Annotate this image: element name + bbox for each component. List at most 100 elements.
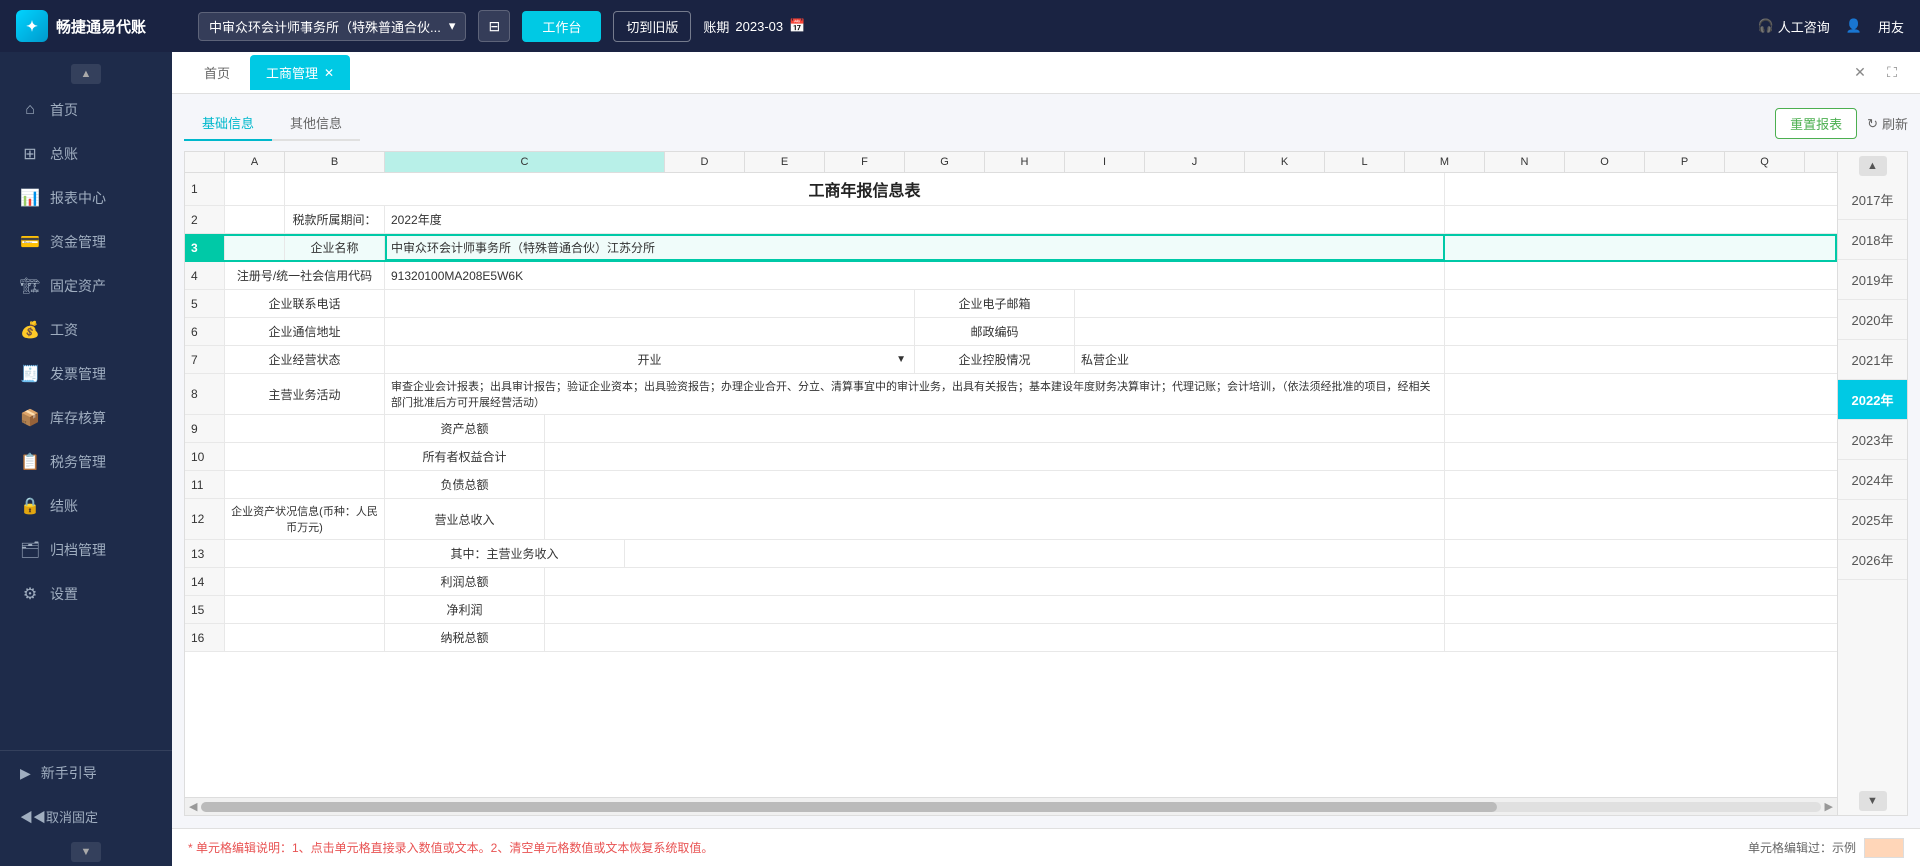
year-item-2018[interactable]: 2018年 bbox=[1838, 220, 1907, 260]
service-button[interactable]: 🎧 人工咨询 bbox=[1758, 17, 1830, 36]
new-user-guide[interactable]: ▶ 新手引导 bbox=[0, 751, 172, 795]
cell-7-k[interactable]: 私营企业 bbox=[1075, 346, 1445, 373]
tab-close-icon[interactable]: ✕ bbox=[324, 66, 334, 80]
cell-12-c[interactable]: 营业总收入 bbox=[385, 499, 545, 539]
sidebar-item-settings[interactable]: ⚙ 设置 bbox=[0, 572, 172, 616]
scroll-track[interactable] bbox=[201, 802, 1820, 812]
cell-10-ab bbox=[225, 443, 385, 470]
year-panel-up[interactable]: ▲ bbox=[1859, 156, 1887, 176]
spreadsheet-container: A B C D E F G H I J K L M N O bbox=[184, 151, 1908, 816]
cell-15-d[interactable] bbox=[545, 596, 1445, 623]
year-item-2020[interactable]: 2020年 bbox=[1838, 300, 1907, 340]
expand-button[interactable]: ⛶ bbox=[1880, 61, 1904, 85]
sub-tab-basic[interactable]: 基础信息 bbox=[184, 106, 272, 141]
sidebar-item-home[interactable]: ⌂ 首页 bbox=[0, 88, 172, 132]
sidebar-item-inventory[interactable]: 📦 库存核算 bbox=[0, 396, 172, 440]
cell-13-c[interactable]: 其中：主营业务收入 bbox=[385, 540, 625, 567]
sidebar-item-close[interactable]: 🔒 结账 bbox=[0, 484, 172, 528]
cell-8-ab[interactable]: 主营业务活动 bbox=[225, 374, 385, 414]
company-selector[interactable]: 中审众环会计师事务所（特殊普通合伙... ▾ bbox=[198, 12, 466, 41]
cell-14-d[interactable] bbox=[545, 568, 1445, 595]
horizontal-scrollbar[interactable]: ◀ ▶ bbox=[185, 797, 1837, 815]
cell-2-c[interactable]: 2022年度 bbox=[385, 206, 1445, 233]
cell-13-d[interactable] bbox=[625, 540, 1445, 567]
cell-10-c[interactable]: 所有者权益合计 bbox=[385, 443, 545, 470]
year-panel-down[interactable]: ▼ bbox=[1859, 791, 1887, 811]
workbench-button[interactable]: 工作台 bbox=[522, 11, 601, 42]
tab-bar: 首页 工商管理 ✕ ✕ ⛶ bbox=[172, 52, 1920, 94]
sidebar-item-tax[interactable]: 📋 税务管理 bbox=[0, 440, 172, 484]
cell-14-c[interactable]: 利润总额 bbox=[385, 568, 545, 595]
cell-8-c[interactable]: 审查企业会计报表；出具审计报告；验证企业资本；出具验资报告；办理企业合开、分立、… bbox=[385, 374, 1445, 414]
cell-2-a[interactable] bbox=[225, 206, 285, 233]
cell-12-d[interactable] bbox=[545, 499, 1445, 539]
sidebar-item-assets[interactable]: 🏗 固定资产 bbox=[0, 264, 172, 308]
row-num-10: 10 bbox=[185, 443, 225, 470]
cell-16-d[interactable] bbox=[545, 624, 1445, 651]
cell-7-j[interactable]: 企业控股情况 bbox=[915, 346, 1075, 373]
cell-4-c[interactable]: 91320100MA208E5W6K bbox=[385, 262, 1445, 289]
cell-6-k[interactable] bbox=[1075, 318, 1445, 345]
sidebar-item-reports[interactable]: 📊 报表中心 bbox=[0, 176, 172, 220]
cell-11-d[interactable] bbox=[545, 471, 1445, 498]
cell-1-a[interactable] bbox=[225, 173, 285, 205]
cell-6-j[interactable]: 邮政编码 bbox=[915, 318, 1075, 345]
cell-9-d[interactable] bbox=[545, 415, 1445, 442]
cell-9-c[interactable]: 资产总额 bbox=[385, 415, 545, 442]
refresh-button[interactable]: ↻ 刷新 bbox=[1867, 114, 1908, 133]
close-button[interactable]: ✕ bbox=[1848, 61, 1872, 85]
year-item-2021[interactable]: 2021年 bbox=[1838, 340, 1907, 380]
cell-16-c[interactable]: 纳税总额 bbox=[385, 624, 545, 651]
sidebar-item-invoice[interactable]: 🧾 发票管理 bbox=[0, 352, 172, 396]
cell-11-c[interactable]: 负债总额 bbox=[385, 471, 545, 498]
content-area: 首页 工商管理 ✕ ✕ ⛶ 基础信息 其他信息 bbox=[172, 52, 1920, 866]
sidebar-item-ledger[interactable]: ⊞ 总账 bbox=[0, 132, 172, 176]
cell-5-ab[interactable]: 企业联系电话 bbox=[225, 290, 385, 317]
cell-3-a[interactable] bbox=[225, 234, 285, 261]
cell-6-c[interactable] bbox=[385, 318, 915, 345]
year-item-2017[interactable]: 2017年 bbox=[1838, 180, 1907, 220]
old-version-button[interactable]: 切到旧版 bbox=[613, 11, 691, 42]
sidebar-item-salary[interactable]: 💰 工资 bbox=[0, 308, 172, 352]
action-buttons: 重置报表 ↻ 刷新 bbox=[1775, 108, 1908, 139]
cancel-fixed-button[interactable]: ◀◀取消固定 bbox=[0, 795, 172, 838]
cell-5-c[interactable] bbox=[385, 290, 915, 317]
edited-label: 单元格编辑过：示例 bbox=[1748, 839, 1856, 856]
tab-business[interactable]: 工商管理 ✕ bbox=[250, 55, 350, 90]
cell-5-k[interactable] bbox=[1075, 290, 1445, 317]
spreadsheet-body[interactable]: 1 工商年报信息表 2 税款所属期间： 2022年度 bbox=[185, 173, 1837, 797]
year-item-2022[interactable]: 2022年 bbox=[1838, 380, 1907, 420]
cell-2-b[interactable]: 税款所属期间： bbox=[285, 206, 385, 233]
cell-5-j[interactable]: 企业电子邮箱 bbox=[915, 290, 1075, 317]
cell-6-ab[interactable]: 企业通信地址 bbox=[225, 318, 385, 345]
table-row: 12 企业资产状况信息(币种：人民币万元) 营业总收入 bbox=[185, 499, 1837, 540]
sidebar-label-settings: 设置 bbox=[50, 584, 78, 604]
copy-button[interactable]: ⊟ bbox=[478, 10, 510, 42]
close-accounts-icon: 🔒 bbox=[20, 496, 40, 516]
year-item-2019[interactable]: 2019年 bbox=[1838, 260, 1907, 300]
reset-report-button[interactable]: 重置报表 bbox=[1775, 108, 1857, 139]
year-item-2024[interactable]: 2024年 bbox=[1838, 460, 1907, 500]
cell-7-ab[interactable]: 企业经营状态 bbox=[225, 346, 385, 373]
sub-tab-other[interactable]: 其他信息 bbox=[272, 106, 360, 141]
cell-15-c[interactable]: 净利润 bbox=[385, 596, 545, 623]
sidebar-item-archive[interactable]: 🗂 归档管理 bbox=[0, 528, 172, 572]
cell-10-d[interactable] bbox=[545, 443, 1445, 470]
col-header-m: M bbox=[1405, 152, 1485, 172]
cell-7-c[interactable]: 开业 ▼ bbox=[385, 346, 915, 373]
year-item-2023[interactable]: 2023年 bbox=[1838, 420, 1907, 460]
spreadsheet-main: A B C D E F G H I J K L M N O bbox=[185, 152, 1837, 815]
year-item-2026[interactable]: 2026年 bbox=[1838, 540, 1907, 580]
sidebar-item-finance[interactable]: 💳 资金管理 bbox=[0, 220, 172, 264]
cell-1-title[interactable]: 工商年报信息表 bbox=[285, 173, 1445, 205]
scroll-thumb[interactable] bbox=[201, 802, 1496, 812]
year-item-2025[interactable]: 2025年 bbox=[1838, 500, 1907, 540]
sidebar-scroll-up[interactable]: ▲ bbox=[71, 64, 101, 84]
calendar-icon[interactable]: 📅 bbox=[789, 18, 805, 34]
invoice-icon: 🧾 bbox=[20, 364, 40, 384]
sidebar-scroll-down[interactable]: ▼ bbox=[71, 842, 101, 862]
cell-3-b[interactable]: 企业名称 bbox=[285, 234, 385, 261]
tab-home[interactable]: 首页 bbox=[188, 55, 246, 90]
cell-3-c[interactable]: 中审众环会计师事务所（特殊普通合伙）江苏分所 bbox=[385, 234, 1445, 261]
cell-4-ab[interactable]: 注册号/统一社会信用代码 bbox=[225, 262, 385, 289]
